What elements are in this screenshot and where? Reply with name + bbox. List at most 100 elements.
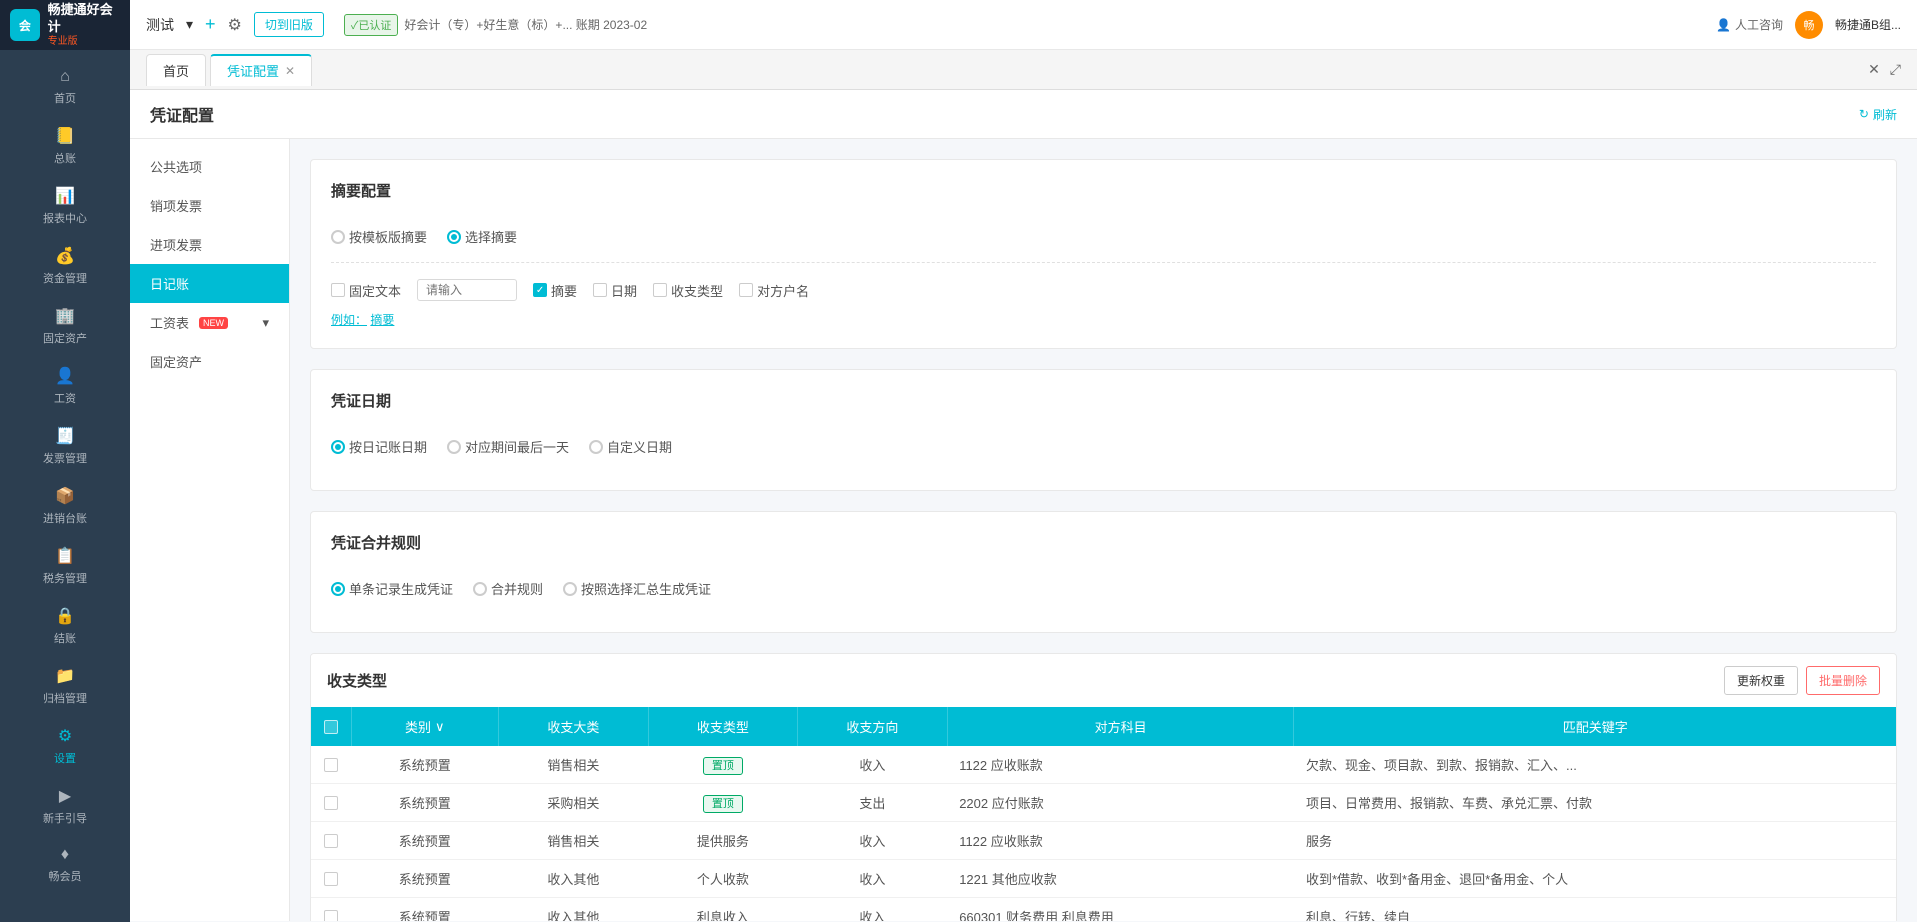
th-checkbox[interactable] (311, 707, 351, 746)
row-checkbox-cell[interactable] (311, 898, 351, 922)
sidebar-item-archive[interactable]: 📁 归档管理 (0, 656, 130, 716)
checkbox-summary[interactable]: ✓ 摘要 (533, 281, 577, 300)
row-major: 收入其他 (499, 860, 649, 898)
row-account: 1122 应收账款 (947, 746, 1294, 784)
radio-merge-rules[interactable]: 合并规则 (473, 579, 543, 598)
table-section-title: 收支类型 (327, 670, 387, 691)
sidebar-item-member[interactable]: ♦ 畅会员 (0, 836, 130, 894)
sidebar-item-settings[interactable]: ⚙ 设置 (0, 716, 130, 776)
voucher-date-radio-group: 按日记账日期 对应期间最后一天 自定义日期 (331, 437, 1876, 456)
radio-custom-date[interactable]: 自定义日期 (589, 437, 672, 456)
voucher-date-section: 凭证日期 按日记账日期 对应期间最后一天 (310, 369, 1897, 491)
content-body: 公共选项 销项发票 进项发票 日记账 工资表 NEW ▾ (130, 139, 1917, 921)
row-direction: 收入 (798, 898, 948, 922)
sidebar: 会 畅捷通好会计 专业版 ⌂ 首页 📒 总账 📊 报表中心 💰 资金管理 (0, 0, 130, 922)
row-checkbox[interactable] (324, 834, 338, 848)
assets-icon: 🏢 (55, 306, 75, 326)
select-all-checkbox[interactable] (324, 720, 338, 734)
row-account: 1122 应收账款 (947, 822, 1294, 860)
left-nav-salary-sheet[interactable]: 工资表 NEW ▾ (130, 303, 289, 342)
sidebar-item-salary[interactable]: 👤 工资 (0, 356, 130, 416)
sidebar-item-funds[interactable]: 💰 资金管理 (0, 236, 130, 296)
radio-select-summary[interactable]: 选择摘要 (447, 227, 517, 246)
tab-close-icon[interactable]: ✕ (285, 64, 295, 78)
sort-icon[interactable]: ∨ (435, 719, 445, 735)
sidebar-item-general-ledger[interactable]: 📒 总账 (0, 116, 130, 176)
salary-icon: 👤 (55, 366, 75, 386)
table-row: 系统预置 收入其他 利息收入 收入 660301 财务费用 利息费用 利息、行转… (311, 898, 1896, 922)
row-checkbox[interactable] (324, 758, 338, 772)
radio-by-diary-date[interactable]: 按日记账日期 (331, 437, 427, 456)
left-nav-public[interactable]: 公共选项 (130, 147, 289, 186)
batch-delete-button[interactable]: 批量删除 (1806, 666, 1880, 695)
company-dropdown[interactable]: ▾ (186, 16, 193, 33)
sidebar-item-purchase-sales[interactable]: 📦 进销台账 (0, 476, 130, 536)
row-checkbox-cell[interactable] (311, 746, 351, 784)
radio-template-summary[interactable]: 按模板版摘要 (331, 227, 427, 246)
checkbox-box-date (593, 283, 607, 297)
user-name: 畅捷通B组... (1835, 16, 1901, 33)
window-controls: ✕ ⤢ (1868, 61, 1901, 78)
closing-icon: 🔒 (55, 606, 75, 626)
main-area: 测试 ▾ + ⚙ 切到旧版 ✓已认证 好会计（专）+好生意（标）+... 账期 … (130, 0, 1917, 922)
tab-voucher-config[interactable]: 凭证配置 ✕ (210, 54, 312, 86)
row-checkbox[interactable] (324, 872, 338, 886)
left-nav-fixed-assets[interactable]: 固定资产 (130, 342, 289, 381)
checkbox-counterparty[interactable]: 对方户名 (739, 281, 809, 300)
logo-icon: 会 (10, 9, 40, 41)
app-logo: 会 畅捷通好会计 专业版 (0, 0, 130, 50)
close-window-button[interactable]: ✕ (1868, 61, 1880, 78)
tab-home[interactable]: 首页 (146, 54, 206, 86)
radio-circle-diary (331, 440, 345, 454)
refresh-button[interactable]: ↻ 刷新 (1859, 106, 1897, 123)
switch-version-button[interactable]: 切到旧版 (254, 12, 324, 37)
sidebar-item-tax[interactable]: 📋 税务管理 (0, 536, 130, 596)
sidebar-item-invoice[interactable]: 🧾 发票管理 (0, 416, 130, 476)
settings-gear-icon[interactable]: ⚙ (228, 15, 242, 35)
sidebar-item-fixed-assets[interactable]: 🏢 固定资产 (0, 296, 130, 356)
checkbox-date[interactable]: 日期 (593, 281, 637, 300)
th-category: 类别 ∨ (351, 707, 499, 746)
row-direction: 支出 (798, 784, 948, 822)
row-checkbox-cell[interactable] (311, 784, 351, 822)
row-type: 个人收款 (648, 860, 798, 898)
voucher-date-title: 凭证日期 (331, 390, 1876, 421)
fixed-text-input[interactable] (417, 279, 517, 301)
row-type: 提供服务 (648, 822, 798, 860)
row-category: 系统预置 (351, 784, 499, 822)
tax-icon: 📋 (55, 546, 75, 566)
update-weight-button[interactable]: 更新权重 (1724, 666, 1798, 695)
type-tag: 置顶 (703, 795, 743, 813)
left-nav-sales-invoice[interactable]: 销项发票 (130, 186, 289, 225)
radio-summary-generate[interactable]: 按照选择汇总生成凭证 (563, 579, 711, 598)
guide-icon: ▶ (59, 786, 71, 806)
radio-single-record[interactable]: 单条记录生成凭证 (331, 579, 453, 598)
radio-circle-single (331, 582, 345, 596)
sidebar-item-guide[interactable]: ▶ 新手引导 (0, 776, 130, 836)
left-nav-purchase-invoice[interactable]: 进项发票 (130, 225, 289, 264)
consult-button[interactable]: 👤 人工咨询 (1716, 16, 1783, 33)
th-direction: 收支方向 (798, 707, 948, 746)
table-row: 系统预置 收入其他 个人收款 收入 1221 其他应收款 收到*借款、收到*备用… (311, 860, 1896, 898)
row-checkbox[interactable] (324, 910, 338, 922)
sidebar-item-closing[interactable]: 🔒 结账 (0, 596, 130, 656)
sidebar-item-home[interactable]: ⌂ 首页 (0, 58, 130, 116)
th-account: 对方科目 (947, 707, 1294, 746)
row-category: 系统预置 (351, 822, 499, 860)
row-type: 置顶 (648, 784, 798, 822)
checkbox-income-type[interactable]: 收支类型 (653, 281, 723, 300)
checkbox-fixed-text[interactable]: 固定文本 (331, 281, 401, 300)
row-major: 采购相关 (499, 784, 649, 822)
left-nav-diary[interactable]: 日记账 (130, 264, 289, 303)
row-major: 销售相关 (499, 822, 649, 860)
add-button[interactable]: + (205, 14, 216, 35)
purchase-icon: 📦 (55, 486, 75, 506)
table-actions: 更新权重 批量删除 (1724, 666, 1880, 695)
expand-window-button[interactable]: ⤢ (1890, 61, 1901, 78)
sidebar-item-reports[interactable]: 📊 报表中心 (0, 176, 130, 236)
row-checkbox-cell[interactable] (311, 822, 351, 860)
radio-circle-last (447, 440, 461, 454)
row-checkbox-cell[interactable] (311, 860, 351, 898)
row-checkbox[interactable] (324, 796, 338, 810)
radio-last-day[interactable]: 对应期间最后一天 (447, 437, 569, 456)
